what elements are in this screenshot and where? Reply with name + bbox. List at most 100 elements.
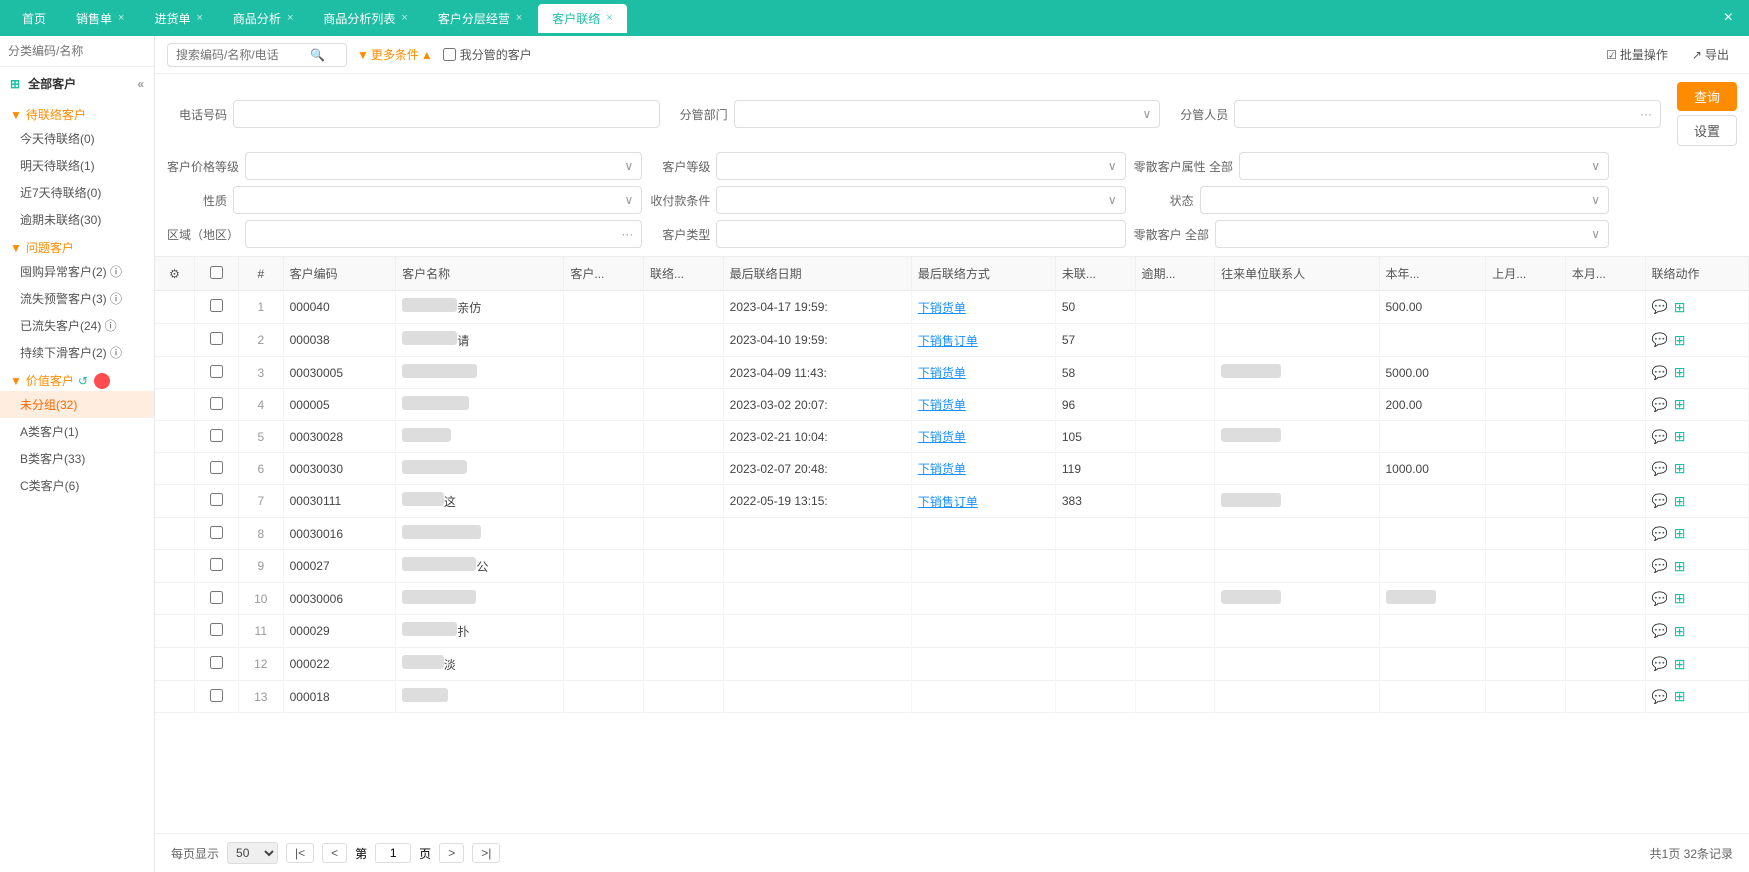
- action-grid-icon-4[interactable]: ⊞: [1674, 428, 1686, 445]
- sidebar-item-tomorrow[interactable]: 明天待联络(1): [0, 152, 154, 179]
- tab-sales[interactable]: 销售单 ×: [62, 4, 138, 33]
- reset-button[interactable]: 设置: [1677, 115, 1737, 146]
- field-scatter-customer-input[interactable]: ∨: [1215, 220, 1609, 248]
- tab-purchase[interactable]: 进货单 ×: [140, 4, 216, 33]
- sidebar-item-overdue[interactable]: 逾期未联络(30): [0, 206, 154, 233]
- sidebar-item-declining[interactable]: 持续下滑客户(2) ⓘ: [0, 339, 154, 366]
- sidebar-item-7days[interactable]: 近7天待联络(0): [0, 179, 154, 206]
- batch-op-btn[interactable]: ☑ 批量操作: [1598, 42, 1676, 67]
- row-checkbox-6[interactable]: [210, 493, 223, 506]
- search-input[interactable]: [176, 48, 306, 62]
- chat-icon-0[interactable]: 💬: [1652, 299, 1668, 315]
- more-conditions-btn[interactable]: ▼ 更多条件 ▲: [357, 46, 433, 63]
- close-goods-list-icon[interactable]: ×: [401, 12, 407, 24]
- chat-icon-1[interactable]: 💬: [1652, 332, 1668, 348]
- field-manager-input[interactable]: ···: [1234, 100, 1661, 128]
- row-checkbox-1[interactable]: [210, 332, 223, 345]
- row-checkbox-4[interactable]: [210, 429, 223, 442]
- tab-goods-list[interactable]: 商品分析列表 ×: [309, 4, 421, 33]
- action-grid-icon-9[interactable]: ⊞: [1674, 590, 1686, 607]
- my-customers-filter[interactable]: 我分管的客户: [443, 46, 532, 63]
- export-btn[interactable]: ↗ 导出: [1684, 42, 1737, 67]
- close-sales-icon[interactable]: ×: [118, 12, 124, 24]
- row-way-link-3[interactable]: 下销货单: [918, 398, 966, 412]
- section-arrow-pending[interactable]: ▼: [10, 108, 22, 122]
- chat-icon-7[interactable]: 💬: [1652, 526, 1668, 542]
- row-way-link-2[interactable]: 下销货单: [918, 366, 966, 380]
- sidebar-item-class-b[interactable]: B类客户(33): [0, 445, 154, 472]
- chat-icon-4[interactable]: 💬: [1652, 429, 1668, 445]
- row-checkbox-11[interactable]: [210, 656, 223, 669]
- close-customer-tier-icon[interactable]: ×: [516, 12, 522, 24]
- row-way-link-0[interactable]: 下销货单: [918, 301, 966, 315]
- row-checkbox-12[interactable]: [210, 689, 223, 702]
- action-grid-icon-10[interactable]: ⊞: [1674, 623, 1686, 640]
- tab-goods-analysis[interactable]: 商品分析 ×: [219, 4, 307, 33]
- page-number-input[interactable]: [375, 843, 411, 863]
- section-arrow-value[interactable]: ▼: [10, 374, 22, 388]
- action-grid-icon-1[interactable]: ⊞: [1674, 332, 1686, 349]
- field-dept-input[interactable]: ∨: [734, 100, 1161, 128]
- action-grid-icon-11[interactable]: ⊞: [1674, 656, 1686, 673]
- chat-icon-2[interactable]: 💬: [1652, 365, 1668, 381]
- row-checkbox-8[interactable]: [210, 558, 223, 571]
- row-checkbox-5[interactable]: [210, 461, 223, 474]
- sidebar-collapse-icon[interactable]: «: [137, 77, 144, 91]
- chat-icon-6[interactable]: 💬: [1652, 493, 1668, 509]
- window-close-button[interactable]: ×: [1716, 5, 1741, 31]
- action-grid-icon-3[interactable]: ⊞: [1674, 396, 1686, 413]
- close-purchase-icon[interactable]: ×: [196, 12, 202, 24]
- field-nature-input[interactable]: ∨: [233, 186, 642, 214]
- action-grid-icon-0[interactable]: ⊞: [1674, 299, 1686, 316]
- field-region-input[interactable]: ···: [245, 220, 642, 248]
- tab-home[interactable]: 首页: [8, 4, 60, 33]
- chat-icon-12[interactable]: 💬: [1652, 689, 1668, 705]
- per-page-select[interactable]: 50 10 20 100: [227, 842, 278, 864]
- action-grid-icon-5[interactable]: ⊞: [1674, 460, 1686, 477]
- all-customers-header[interactable]: ⊞ 全部客户 «: [0, 67, 154, 100]
- field-status-input[interactable]: ∨: [1200, 186, 1609, 214]
- sidebar-search-input[interactable]: [8, 44, 155, 58]
- field-price-level-input[interactable]: ∨: [245, 152, 642, 180]
- col-check[interactable]: [194, 257, 238, 291]
- field-customer-type-input[interactable]: [716, 220, 1125, 248]
- row-way-link-6[interactable]: 下销售订单: [918, 495, 978, 509]
- row-way-link-1[interactable]: 下销售订单: [918, 334, 978, 348]
- tab-customer-tier[interactable]: 客户分层经营 ×: [424, 4, 536, 33]
- field-customer-level-input[interactable]: ∨: [716, 152, 1125, 180]
- close-customer-contact-icon[interactable]: ×: [606, 12, 612, 24]
- action-grid-icon-7[interactable]: ⊞: [1674, 525, 1686, 542]
- chat-icon-5[interactable]: 💬: [1652, 461, 1668, 477]
- prev-page-btn[interactable]: <: [322, 843, 347, 863]
- chat-icon-3[interactable]: 💬: [1652, 397, 1668, 413]
- chat-icon-8[interactable]: 💬: [1652, 558, 1668, 574]
- action-grid-icon-12[interactable]: ⊞: [1674, 688, 1686, 705]
- row-way-link-5[interactable]: 下销货单: [918, 462, 966, 476]
- row-checkbox-2[interactable]: [210, 365, 223, 378]
- field-payment-input[interactable]: ∨: [716, 186, 1125, 214]
- row-checkbox-7[interactable]: [210, 526, 223, 539]
- sidebar-item-lost[interactable]: 已流失客户(24) ⓘ: [0, 312, 154, 339]
- search-icon[interactable]: 🔍: [310, 48, 325, 62]
- sidebar-item-today[interactable]: 今天待联络(0): [0, 125, 154, 152]
- tab-customer-contact[interactable]: 客户联络 ×: [538, 4, 626, 33]
- action-grid-icon-8[interactable]: ⊞: [1674, 558, 1686, 575]
- last-page-btn[interactable]: >|: [472, 843, 500, 863]
- sidebar-item-class-c[interactable]: C类客户(6): [0, 472, 154, 499]
- refresh-icon[interactable]: ↺: [78, 374, 88, 388]
- action-grid-icon-6[interactable]: ⊞: [1674, 493, 1686, 510]
- row-checkbox-10[interactable]: [210, 623, 223, 636]
- select-all-checkbox[interactable]: [210, 266, 223, 279]
- col-gear[interactable]: ⚙: [155, 257, 194, 291]
- sidebar-item-churn-warning[interactable]: 流失预警客户(3) ⓘ: [0, 285, 154, 312]
- row-checkbox-3[interactable]: [210, 397, 223, 410]
- sidebar-item-hoarding[interactable]: 囤购异常客户(2) ⓘ: [0, 258, 154, 285]
- row-checkbox-9[interactable]: [210, 591, 223, 604]
- row-way-link-4[interactable]: 下销货单: [918, 430, 966, 444]
- my-customers-checkbox[interactable]: [443, 48, 456, 61]
- section-arrow-problem[interactable]: ▼: [10, 241, 22, 255]
- action-grid-icon-2[interactable]: ⊞: [1674, 364, 1686, 381]
- sidebar-item-ungrouped[interactable]: 未分组(32): [0, 391, 154, 418]
- next-page-btn[interactable]: >: [439, 843, 464, 863]
- field-phone-input[interactable]: [233, 100, 660, 128]
